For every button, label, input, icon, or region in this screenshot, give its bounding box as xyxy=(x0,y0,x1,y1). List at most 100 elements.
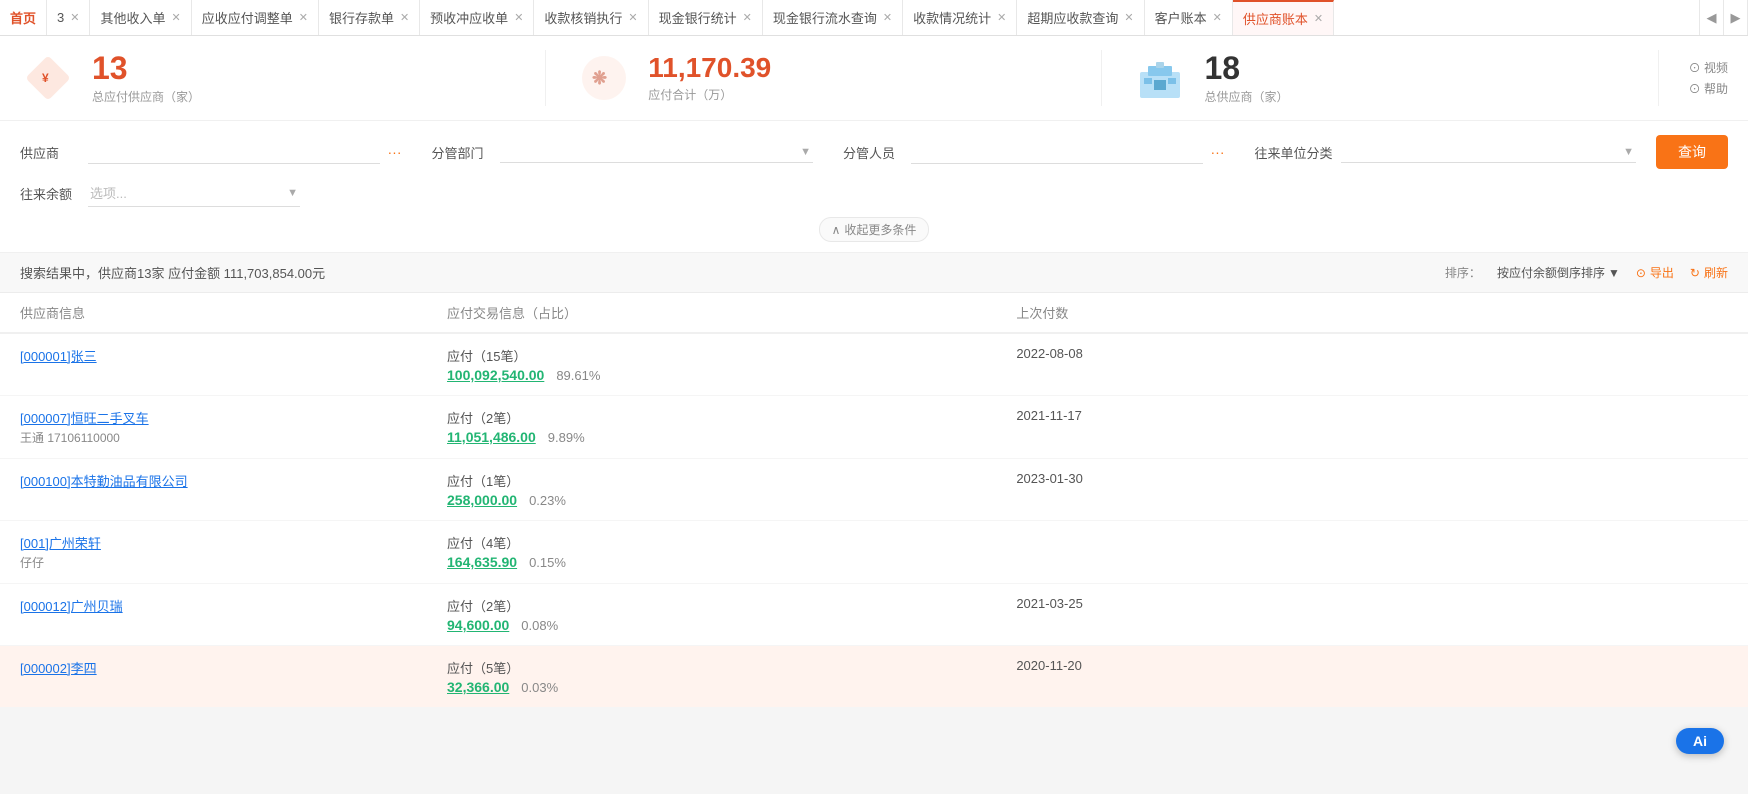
refresh-button[interactable]: ↻ 刷新 xyxy=(1690,264,1728,281)
trans-amount-link[interactable]: 32,366.00 xyxy=(447,679,509,695)
ai-button[interactable]: Ai xyxy=(1676,728,1724,754)
close-icon[interactable]: ✕ xyxy=(1213,11,1222,24)
category-select[interactable]: ▼ xyxy=(1341,142,1636,163)
collapse-row: ∧ 收起更多条件 xyxy=(20,217,1728,242)
supplier-link[interactable]: [000100]本特勤油品有限公司 xyxy=(20,471,447,490)
table-row: [000001]张三 应付（15笔） 100,092,540.00 89.61%… xyxy=(0,334,1748,396)
filter-person-label: 分管人员 xyxy=(843,143,903,162)
supplier-link[interactable]: [000002]李四 xyxy=(20,658,447,677)
trans-amount-link[interactable]: 11,051,486.00 xyxy=(447,429,536,445)
table-row: [001]广州荣轩 仔仔 应付（4笔） 164,635.90 0.15% xyxy=(0,521,1748,584)
supplier-sub: 仔仔 xyxy=(20,554,447,571)
transaction-cell: 应付（1笔） 258,000.00 0.23% xyxy=(447,471,1016,508)
close-icon[interactable]: ✕ xyxy=(743,11,752,24)
filter-supplier-label: 供应商 xyxy=(20,143,80,162)
close-icon[interactable]: ✕ xyxy=(400,11,409,24)
filter-area: 供应商 ··· 分管部门 ▼ 分管人员 ··· 往来单位分类 ▼ xyxy=(0,121,1748,253)
nav-tab-receipt-stat[interactable]: 收款情况统计 ✕ xyxy=(903,0,1017,36)
supplier-cell: [000007]恒旺二手叉车 王通 17106110000 xyxy=(20,408,447,446)
nav-tab-customer-ledger[interactable]: 客户账本 ✕ xyxy=(1145,0,1233,36)
export-icon: ⊙ xyxy=(1636,266,1646,280)
nav-tab-bank-deposit-label: 银行存款单 xyxy=(329,8,394,27)
trans-amount-link[interactable]: 164,635.90 xyxy=(447,554,517,570)
nav-tab-ar-ap-adjust[interactable]: 应收应付调整单 ✕ xyxy=(192,0,319,36)
payable-amount-icon: ❋ xyxy=(576,50,632,106)
transaction-cell: 应付（2笔） 94,600.00 0.08% xyxy=(447,596,1016,633)
payable-vendors-label: 总应付供应商（家） xyxy=(92,88,200,105)
total-vendors-number: 18 xyxy=(1204,52,1288,84)
nav-tab-receipt-verify[interactable]: 收款核销执行 ✕ xyxy=(534,0,648,36)
close-icon[interactable]: ✕ xyxy=(883,11,892,24)
close-icon[interactable]: ✕ xyxy=(1314,12,1323,25)
col-header-supplier: 供应商信息 xyxy=(20,303,447,322)
supplier-link[interactable]: [001]广州荣轩 xyxy=(20,533,447,552)
video-action[interactable]: ⊙ 视频 xyxy=(1689,59,1728,76)
table-row: [000012]广州贝瑞 应付（2笔） 94,600.00 0.08% 2021… xyxy=(0,584,1748,646)
nav-tab-cash-bank-stat[interactable]: 现金银行统计 ✕ xyxy=(649,0,763,36)
help-action[interactable]: ⊙ 帮助 xyxy=(1689,80,1728,97)
last-pay-cell: 2021-11-17 xyxy=(1016,408,1301,423)
refresh-label: 刷新 xyxy=(1704,264,1728,281)
trans-amount-row: 11,051,486.00 9.89% xyxy=(447,427,1016,445)
table-header: 供应商信息 应付交易信息（占比） 上次付数 xyxy=(0,293,1748,334)
transaction-cell: 应付（5笔） 32,366.00 0.03% xyxy=(447,658,1016,695)
sort-select[interactable]: 按应付余额倒序排序 ▼ xyxy=(1497,264,1620,281)
chevron-down-icon: ▼ xyxy=(1608,266,1620,280)
balance-select-placeholder: 选项... xyxy=(90,183,283,202)
nav-tab-overdue-ar[interactable]: 超期应收款查询 ✕ xyxy=(1017,0,1144,36)
nav-right-arrow[interactable]: ▶ xyxy=(1724,0,1748,36)
supplier-dots-icon[interactable]: ··· xyxy=(388,144,402,160)
trans-amount-link[interactable]: 94,600.00 xyxy=(447,617,509,633)
summary-bar: ¥ 13 总应付供应商（家） ❋ 11,170.39 应付合计（万） xyxy=(0,36,1748,121)
transaction-cell: 应付（15笔） 100,092,540.00 89.61% xyxy=(447,346,1016,383)
close-icon[interactable]: ✕ xyxy=(171,11,180,24)
nav-tab-prepay-offset-label: 预收冲应收单 xyxy=(430,8,508,27)
last-pay-date: 2021-03-25 xyxy=(1016,596,1083,611)
nav-tab-cash-bank-flow[interactable]: 现金银行流水查询 ✕ xyxy=(763,0,903,36)
nav-left-arrow[interactable]: ◀ xyxy=(1700,0,1724,36)
summary-payable-vendors: ¥ 13 总应付供应商（家） xyxy=(20,50,546,106)
table-row: [000007]恒旺二手叉车 王通 17106110000 应付（2笔） 11,… xyxy=(0,396,1748,459)
payable-amount-text: 11,170.39 应付合计（万） xyxy=(648,54,771,103)
trans-amount-link[interactable]: 258,000.00 xyxy=(447,492,517,508)
trans-amount-row: 258,000.00 0.23% xyxy=(447,490,1016,508)
supplier-link[interactable]: [000012]广州贝瑞 xyxy=(20,596,447,615)
nav-tab-other-income[interactable]: 其他收入单 ✕ xyxy=(90,0,191,36)
query-button[interactable]: 查询 xyxy=(1656,135,1728,169)
nav-tab-home-label: 首页 xyxy=(10,8,36,27)
trans-label: 应付（5笔） xyxy=(447,661,519,676)
nav-tab-bank-deposit[interactable]: 银行存款单 ✕ xyxy=(319,0,420,36)
nav-tab-vendor-ledger[interactable]: 供应商账本 ✕ xyxy=(1233,0,1334,36)
nav-tab-3-label: 3 xyxy=(57,10,64,25)
nav-tab-home[interactable]: 首页 xyxy=(0,0,47,36)
close-icon[interactable]: ✕ xyxy=(299,11,308,24)
filter-dept-label: 分管部门 xyxy=(432,143,492,162)
nav-tab-prepay-offset[interactable]: 预收冲应收单 ✕ xyxy=(420,0,534,36)
person-input[interactable] xyxy=(911,140,1203,164)
close-icon[interactable]: ✕ xyxy=(514,11,523,24)
nav-tab-3[interactable]: 3 ✕ xyxy=(47,0,90,36)
close-icon[interactable]: ✕ xyxy=(628,11,637,24)
supplier-input[interactable] xyxy=(88,140,380,164)
last-pay-date: 2020-11-20 xyxy=(1016,658,1082,673)
supplier-link[interactable]: [000007]恒旺二手叉车 xyxy=(20,408,447,427)
trans-amount-link[interactable]: 100,092,540.00 xyxy=(447,367,544,383)
supplier-cell: [000001]张三 xyxy=(20,346,447,365)
supplier-link[interactable]: [000001]张三 xyxy=(20,346,447,365)
trans-percent: 0.08% xyxy=(521,618,558,633)
person-dots-icon[interactable]: ··· xyxy=(1211,144,1225,160)
payable-amount-label: 应付合计（万） xyxy=(648,86,771,103)
close-icon[interactable]: ✕ xyxy=(70,11,79,24)
close-icon[interactable]: ✕ xyxy=(1124,11,1133,24)
balance-select[interactable]: 选项... ▼ xyxy=(88,179,300,207)
table-row: [000002]李四 应付（5笔） 32,366.00 0.03% 2020-1… xyxy=(0,646,1748,708)
trans-percent: 0.15% xyxy=(529,555,566,570)
nav-tab-ar-ap-adjust-label: 应收应付调整单 xyxy=(202,8,293,27)
ai-button-container: Ai xyxy=(1676,728,1724,754)
col-header-extra xyxy=(1301,303,1728,322)
col-header-last-pay: 上次付数 xyxy=(1016,303,1301,322)
close-icon[interactable]: ✕ xyxy=(997,11,1006,24)
collapse-button[interactable]: ∧ 收起更多条件 xyxy=(819,217,930,242)
export-button[interactable]: ⊙ 导出 xyxy=(1636,264,1674,281)
dept-select[interactable]: ▼ xyxy=(500,142,814,163)
